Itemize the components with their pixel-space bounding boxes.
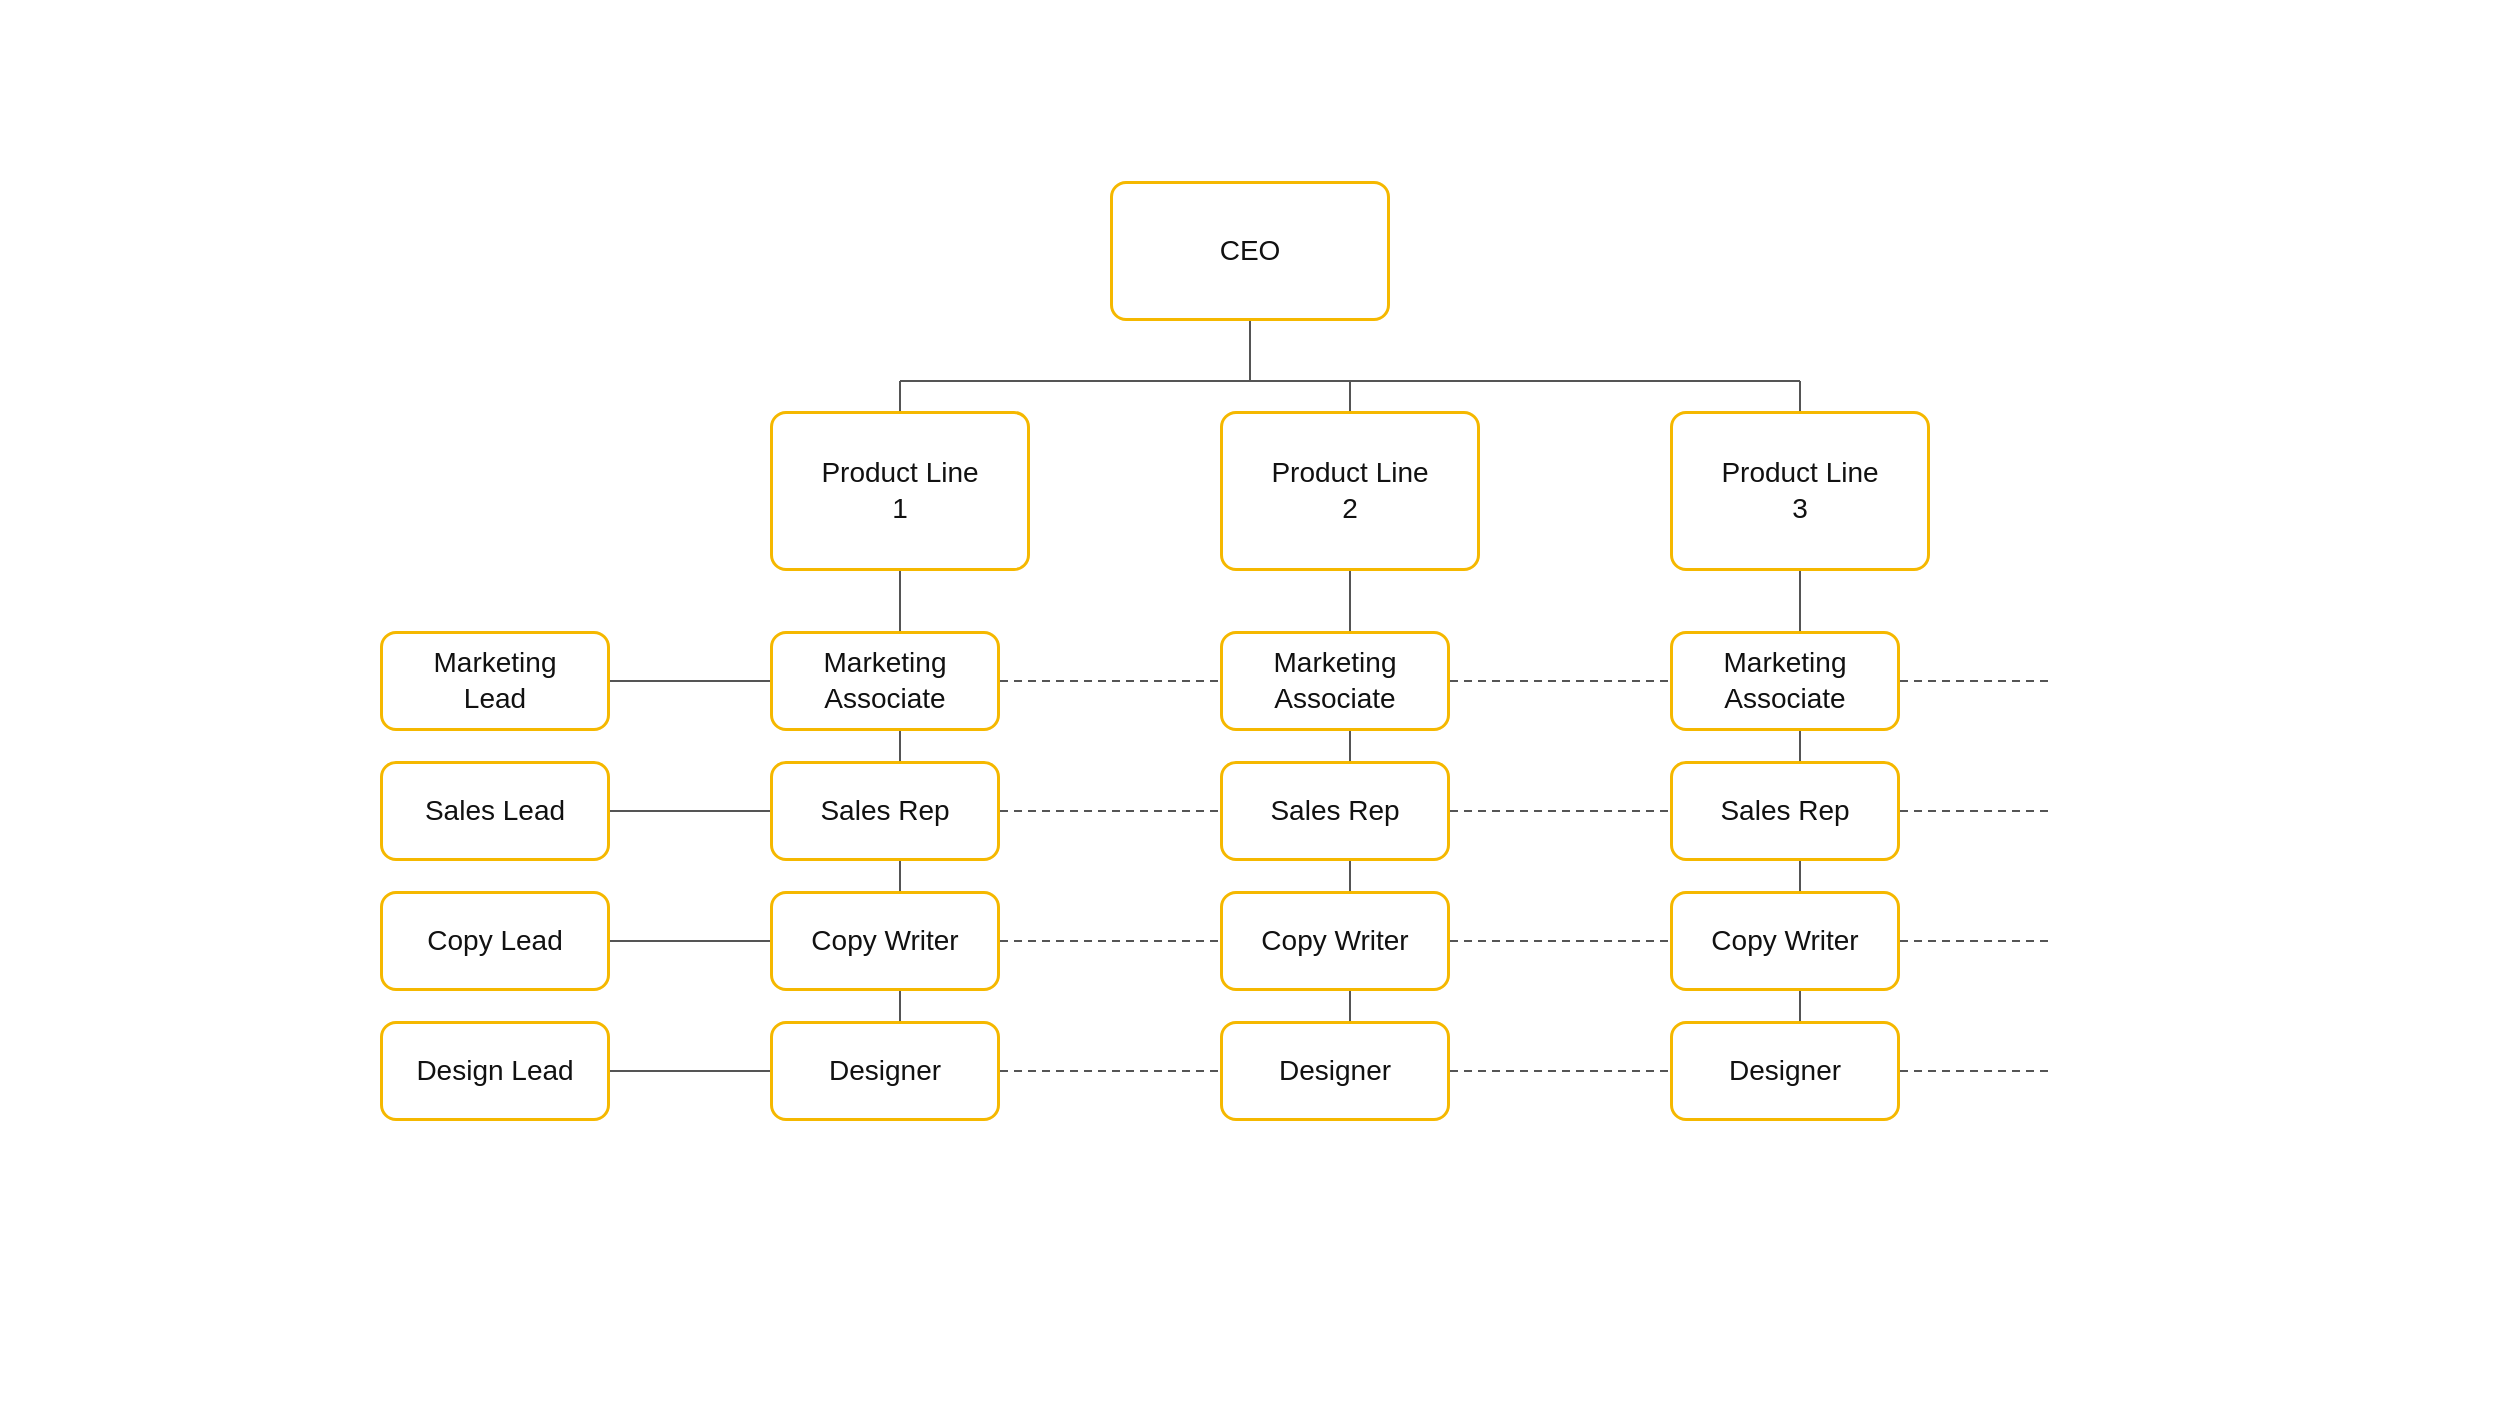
- sr3-node: Sales Rep: [1670, 761, 1900, 861]
- ceo-label: CEO: [1220, 233, 1281, 269]
- ma2-label: Marketing Associate: [1274, 645, 1397, 718]
- ma2-node: Marketing Associate: [1220, 631, 1450, 731]
- sr2-label: Sales Rep: [1270, 793, 1399, 829]
- marketing-lead-node: Marketing Lead: [380, 631, 610, 731]
- pl2-label: Product Line 2: [1271, 455, 1428, 528]
- ma1-label: Marketing Associate: [824, 645, 947, 718]
- cw2-node: Copy Writer: [1220, 891, 1450, 991]
- ceo-node: CEO: [1110, 181, 1390, 321]
- pl3-label: Product Line 3: [1721, 455, 1878, 528]
- pl2-node: Product Line 2: [1220, 411, 1480, 571]
- cw2-label: Copy Writer: [1261, 923, 1408, 959]
- copy-lead-node: Copy Lead: [380, 891, 610, 991]
- cw3-label: Copy Writer: [1711, 923, 1858, 959]
- sr1-node: Sales Rep: [770, 761, 1000, 861]
- ma3-label: Marketing Associate: [1724, 645, 1847, 718]
- pl1-label: Product Line 1: [821, 455, 978, 528]
- sr1-label: Sales Rep: [820, 793, 949, 829]
- ma3-node: Marketing Associate: [1670, 631, 1900, 731]
- des2-node: Designer: [1220, 1021, 1450, 1121]
- cw1-label: Copy Writer: [811, 923, 958, 959]
- marketing-lead-label: Marketing Lead: [434, 645, 557, 718]
- pl1-node: Product Line 1: [770, 411, 1030, 571]
- sr2-node: Sales Rep: [1220, 761, 1450, 861]
- design-lead-label: Design Lead: [416, 1053, 573, 1089]
- des3-label: Designer: [1729, 1053, 1841, 1089]
- des2-label: Designer: [1279, 1053, 1391, 1089]
- cw1-node: Copy Writer: [770, 891, 1000, 991]
- org-chart: CEO Product Line 1 Product Line 2 Produc…: [350, 151, 2150, 1251]
- sales-lead-label: Sales Lead: [425, 793, 565, 829]
- sales-lead-node: Sales Lead: [380, 761, 610, 861]
- sr3-label: Sales Rep: [1720, 793, 1849, 829]
- des1-node: Designer: [770, 1021, 1000, 1121]
- des3-node: Designer: [1670, 1021, 1900, 1121]
- cw3-node: Copy Writer: [1670, 891, 1900, 991]
- pl3-node: Product Line 3: [1670, 411, 1930, 571]
- design-lead-node: Design Lead: [380, 1021, 610, 1121]
- copy-lead-label: Copy Lead: [427, 923, 562, 959]
- ma1-node: Marketing Associate: [770, 631, 1000, 731]
- des1-label: Designer: [829, 1053, 941, 1089]
